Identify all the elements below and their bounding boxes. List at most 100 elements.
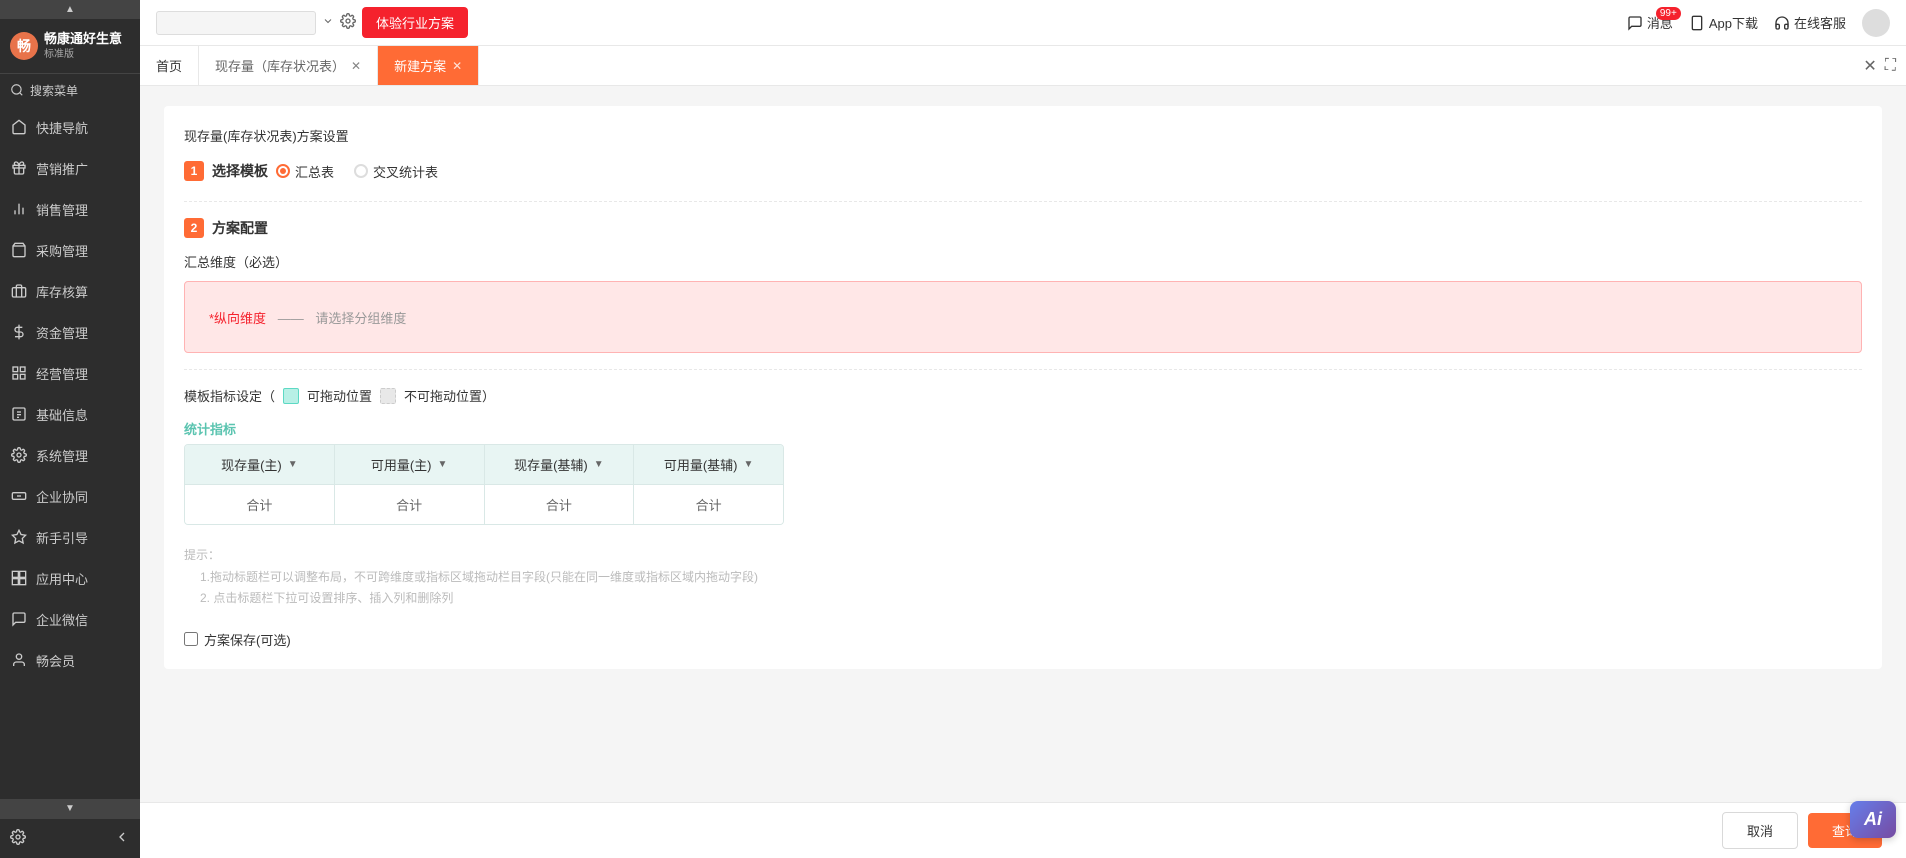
divider-2	[184, 369, 1862, 370]
col-1-chevron[interactable]: ▼	[438, 459, 448, 470]
tab-new-plan-close[interactable]: ✕	[452, 59, 462, 73]
member-icon	[10, 651, 28, 669]
tab-home[interactable]: 首页	[140, 46, 199, 85]
topbar-online-service[interactable]: 在线客服	[1774, 13, 1846, 32]
user-avatar[interactable]	[1862, 9, 1890, 37]
save-plan-checkbox[interactable]	[184, 632, 198, 646]
stats-col-3[interactable]: 可用量(基辅) ▼	[634, 445, 783, 484]
stats-col-0[interactable]: 现存量(主) ▼	[185, 445, 335, 484]
settings-icon	[340, 13, 356, 29]
stats-col-1[interactable]: 可用量(主) ▼	[335, 445, 485, 484]
draggable-box	[283, 388, 299, 404]
stats-col-2[interactable]: 现存量(基辅) ▼	[485, 445, 635, 484]
radio-summary-circle	[276, 164, 290, 178]
radio-cross[interactable]: 交叉统计表	[354, 162, 438, 181]
template-radio-group: 汇总表 交叉统计表	[276, 162, 438, 181]
content-area: 现存量(库存状况表)方案设置 1 选择模板 汇总表 交叉统计表	[140, 86, 1906, 802]
dim-config-area: 汇总维度（必选） *纵向维度 —— 请选择分组维度	[184, 252, 1862, 353]
sidebar-item-marketing[interactable]: 营销推广	[0, 148, 140, 189]
star-icon	[10, 528, 28, 546]
sidebar-scroll-up[interactable]: ▲	[0, 0, 140, 19]
not-draggable-box	[380, 388, 396, 404]
step2-num: 2	[184, 218, 204, 238]
sidebar-item-wechat[interactable]: 企业微信	[0, 599, 140, 640]
sidebar-item-inventory[interactable]: 库存核算	[0, 271, 140, 312]
tab-close-all-btn[interactable]: ✕	[1863, 56, 1876, 76]
sidebar-item-apps[interactable]: 应用中心	[0, 558, 140, 599]
tab-inventory-status-close[interactable]: ✕	[351, 59, 361, 73]
sidebar-item-basic[interactable]: 基础信息	[0, 394, 140, 435]
chevron-down-icon	[322, 15, 334, 27]
sidebar-item-newguide[interactable]: 新手引导	[0, 517, 140, 558]
tip-item-0: 1.拖动标题栏可以调整布局，不可跨维度或指标区域拖动栏目字段(只能在同一维度或指…	[184, 567, 1862, 589]
sidebar-item-system[interactable]: 系统管理	[0, 435, 140, 476]
info-icon	[10, 405, 28, 423]
stats-data-col-0: 合计	[185, 484, 335, 524]
grid-icon	[10, 364, 28, 382]
tab-expand-btn[interactable]: ⛶	[1885, 57, 1896, 75]
sidebar-collapse-btn[interactable]	[114, 829, 130, 848]
chart-icon	[10, 200, 28, 218]
sidebar-search[interactable]: 搜索菜单	[0, 74, 140, 107]
topbar-search-input[interactable]	[156, 11, 316, 35]
tabs-actions: ✕ ⛶	[1853, 46, 1906, 85]
sidebar-settings-btn[interactable]	[10, 829, 26, 848]
footer-bar: 取消 查询	[140, 802, 1906, 858]
col-2-chevron[interactable]: ▼	[594, 459, 604, 470]
warehouse-icon	[10, 282, 28, 300]
topbar-app-download[interactable]: App下载	[1689, 13, 1758, 32]
search-icon	[10, 83, 24, 97]
sidebar-footer	[0, 818, 140, 858]
dim-label: 汇总维度（必选）	[184, 252, 1862, 271]
logo-icon: 畅	[10, 32, 38, 60]
settings-card: 现存量(库存状况表)方案设置 1 选择模板 汇总表 交叉统计表	[164, 106, 1882, 669]
cancel-button[interactable]: 取消	[1722, 812, 1798, 849]
bag-icon	[10, 241, 28, 259]
sidebar-item-operation[interactable]: 经营管理	[0, 353, 140, 394]
stats-data-row: 合计 合计 合计 合计	[185, 484, 783, 524]
tips-section: 提示： 1.拖动标题栏可以调整布局，不可跨维度或指标区域拖动栏目字段(只能在同一…	[184, 545, 1862, 610]
main-area: 体验行业方案 消息 99+ App下载 在线客服 首页 现存量（库存状况表）	[140, 0, 1906, 858]
sidebar-scroll-down[interactable]: ▼	[0, 799, 140, 818]
dim-placeholder: *纵向维度 —— 请选择分组维度	[209, 308, 406, 327]
messages-badge: 99+	[1656, 7, 1681, 20]
gift-icon	[10, 159, 28, 177]
topbar: 体验行业方案 消息 99+ App下载 在线客服	[140, 0, 1906, 46]
step2-section: 2 方案配置 汇总维度（必选） *纵向维度 —— 请选择分组维度	[184, 218, 1862, 610]
topbar-messages[interactable]: 消息 99+	[1627, 13, 1673, 32]
dim-box[interactable]: *纵向维度 —— 请选择分组维度	[184, 281, 1862, 353]
stats-data-col-2: 合计	[485, 484, 635, 524]
phone-icon	[1689, 15, 1705, 31]
stats-data-col-1: 合计	[335, 484, 485, 524]
sidebar-item-quick-nav[interactable]: 快捷导航	[0, 107, 140, 148]
sidebar-item-finance[interactable]: 资金管理	[0, 312, 140, 353]
step1-section: 1 选择模板 汇总表 交叉统计表	[184, 161, 1862, 181]
topbar-right: 消息 99+ App下载 在线客服	[1627, 9, 1890, 37]
apps-icon	[10, 569, 28, 587]
radio-summary[interactable]: 汇总表	[276, 162, 334, 181]
save-row: 方案保存(可选)	[184, 630, 1862, 649]
stats-header-row: 现存量(主) ▼ 可用量(主) ▼ 现存量(基辅) ▼	[185, 445, 783, 484]
col-0-chevron[interactable]: ▼	[288, 459, 298, 470]
topbar-settings-btn[interactable]	[340, 13, 356, 32]
tab-new-plan[interactable]: 新建方案 ✕	[378, 46, 479, 85]
wechat-icon	[10, 610, 28, 628]
sidebar-item-member[interactable]: 畅会员	[0, 640, 140, 681]
experience-industry-btn[interactable]: 体验行业方案	[362, 7, 468, 38]
tabs-bar: 首页 现存量（库存状况表） ✕ 新建方案 ✕ ✕ ⛶	[140, 46, 1906, 86]
sidebar-item-contract[interactable]: 企业协同	[0, 476, 140, 517]
stats-section: 统计指标 现存量(主) ▼ 可用量(主) ▼	[184, 419, 1862, 525]
sidebar-nav: 快捷导航 营销推广 销售管理 采购管理 库存核算	[0, 107, 140, 799]
ai-badge[interactable]: Ai	[1850, 801, 1896, 838]
step2-header: 2 方案配置	[184, 218, 1862, 238]
tab-inventory-status[interactable]: 现存量（库存状况表） ✕	[199, 46, 378, 85]
sidebar-item-purchase[interactable]: 采购管理	[0, 230, 140, 271]
indicator-settings: 模板指标设定（ 可拖动位置 不可拖动位置） 统计指标 现存量(主)	[184, 386, 1862, 525]
step1-title: 选择模板	[212, 161, 268, 181]
col-3-chevron[interactable]: ▼	[744, 459, 754, 470]
topbar-dropdown-btn[interactable]	[322, 15, 334, 30]
stats-table: 现存量(主) ▼ 可用量(主) ▼ 现存量(基辅) ▼	[184, 444, 784, 525]
tip-item-1: 2. 点击标题栏下拉可设置排序、插入列和删除列	[184, 588, 1862, 610]
sidebar-item-sales[interactable]: 销售管理	[0, 189, 140, 230]
divider-1	[184, 201, 1862, 202]
